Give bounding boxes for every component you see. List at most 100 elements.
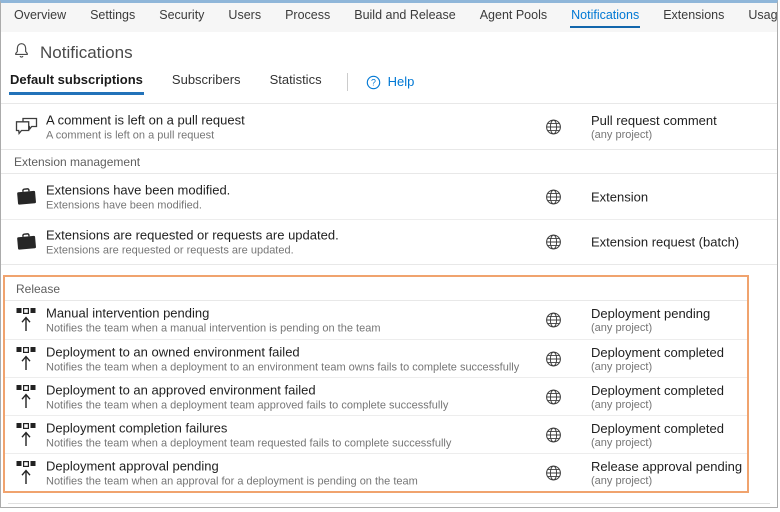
release-icon	[13, 307, 39, 333]
notifications-page: Overview Settings Security Users Process Buil…	[0, 0, 778, 508]
target-scope: (any project)	[591, 360, 653, 373]
section-release: Release Manual intervention pending Notifi…	[3, 275, 749, 493]
target-scope: (any project)	[591, 436, 653, 449]
comment-icon	[13, 117, 39, 137]
briefcase-icon	[13, 187, 39, 206]
subscription-target: Deployment completed (any project)	[591, 345, 724, 373]
section-title: Release	[5, 277, 747, 301]
top-navigation: Overview Settings Security Users Process Buil…	[1, 3, 777, 32]
release-icon	[13, 460, 39, 486]
globe-icon	[545, 426, 562, 443]
subscription-text: Extensions are requested or requests are…	[46, 228, 339, 257]
subscription-description: Notifies the team when a deployment team…	[46, 399, 449, 411]
globe-icon	[545, 388, 562, 405]
target-scope: (any project)	[591, 474, 653, 487]
subscription-title: Deployment approval pending	[46, 458, 219, 473]
subscription-row[interactable]: Deployment approval pending Notifies the …	[5, 453, 747, 491]
tab-extensions[interactable]: Extensions	[662, 7, 725, 28]
globe-icon	[545, 312, 562, 329]
subtab-subscribers[interactable]: Subscribers	[171, 68, 242, 95]
subscription-text: Deployment to an owned environment faile…	[46, 344, 519, 373]
subscription-description: Extensions are requested or requests are…	[46, 244, 294, 257]
tab-agent-pools[interactable]: Agent Pools	[479, 7, 548, 28]
subscription-target: Pull request comment (any project)	[591, 113, 717, 141]
subtab-bar: Default subscriptions Subscribers Statisti…	[1, 68, 777, 95]
subscription-title: Manual intervention pending	[46, 305, 210, 321]
subscription-title: Deployment to an approved environment fa…	[46, 382, 316, 397]
subtab-statistics[interactable]: Statistics	[269, 68, 323, 95]
subscription-text: Extensions have been modified. Extensions…	[46, 182, 230, 211]
subscription-row[interactable]: A comment is left on a pull request A com…	[1, 104, 777, 149]
subscription-title: A comment is left on a pull request	[46, 112, 245, 127]
briefcase-icon	[13, 233, 39, 252]
target-name: Deployment pending	[591, 306, 711, 321]
page-header: Notifications	[1, 32, 777, 68]
target-name: Deployment completed	[591, 420, 724, 436]
subscription-description: Extensions have been modified.	[46, 199, 202, 211]
globe-icon	[545, 234, 562, 251]
subtab-default-subscriptions[interactable]: Default subscriptions	[9, 68, 144, 95]
subscription-target: Deployment pending (any project)	[591, 306, 710, 334]
page-title: Notifications	[40, 43, 133, 62]
tab-settings[interactable]: Settings	[89, 7, 136, 28]
subscription-row[interactable]: Manual intervention pending Notifies the …	[5, 301, 747, 339]
tab-build-and-release[interactable]: Build and Release	[353, 7, 456, 28]
subscription-text: Manual intervention pending Notifies the …	[46, 306, 380, 335]
subscription-text: A comment is left on a pull request A com…	[46, 112, 245, 141]
help-label: Help	[387, 74, 415, 89]
subscription-list: A comment is left on a pull request A com…	[1, 103, 777, 493]
subscription-row[interactable]: Extensions are requested or requests are…	[1, 219, 777, 264]
subscription-description: Notifies the team when an approval for a…	[46, 475, 418, 487]
target-name: Pull request comment	[591, 112, 717, 128]
subscription-description: Notifies the team when a deployment team…	[46, 437, 452, 449]
subscription-target: Deployment completed (any project)	[591, 383, 724, 411]
help-icon: ?	[366, 75, 381, 90]
subscription-row[interactable]: Extensions have been modified. Extensions…	[1, 174, 777, 219]
subscription-target: Release approval pending (any project)	[591, 459, 742, 487]
tab-notifications[interactable]: Notifications	[570, 7, 641, 28]
target-scope: (any project)	[591, 398, 653, 411]
globe-icon	[545, 464, 562, 481]
help-button[interactable]: ? Help	[366, 73, 415, 90]
svg-text:?: ?	[371, 77, 376, 87]
subscription-row[interactable]: Deployment to an owned environment faile…	[5, 339, 747, 377]
target-name: Deployment completed	[591, 382, 724, 398]
target-scope: (any project)	[591, 128, 653, 141]
divider	[346, 72, 348, 91]
release-icon	[13, 384, 39, 410]
subscription-text: Deployment approval pending Notifies the …	[46, 458, 418, 487]
release-icon	[13, 346, 39, 372]
subscription-title: Deployment to an owned environment faile…	[46, 344, 300, 359]
subscription-target: Deployment completed (any project)	[591, 421, 724, 449]
subscription-row[interactable]: Deployment completion failures Notifies t…	[5, 415, 747, 453]
target-scope: (any project)	[591, 322, 653, 334]
globe-icon	[545, 118, 562, 135]
subscription-target: Extension	[591, 189, 648, 204]
subscription-description: Notifies the team when a deployment to a…	[46, 361, 520, 373]
subscription-title: Extensions have been modified.	[46, 182, 231, 197]
section-title: Extension management	[1, 150, 777, 174]
subtab-items: Default subscriptions Subscribers Statisti…	[9, 68, 323, 95]
subscription-description: Notifies the team when a manual interven…	[46, 322, 381, 335]
section-general: A comment is left on a pull request A com…	[1, 103, 777, 149]
tab-usage[interactable]: Usage	[747, 7, 777, 28]
target-name: Deployment completed	[591, 344, 724, 360]
globe-icon	[545, 350, 562, 367]
next-section-divider	[8, 503, 770, 504]
tab-process[interactable]: Process	[284, 7, 331, 28]
bell-icon	[13, 42, 30, 64]
target-name: Extension request (batch)	[591, 234, 740, 250]
tab-security[interactable]: Security	[158, 7, 205, 28]
target-name: Extension	[591, 189, 649, 204]
subscription-title: Extensions are requested or requests are…	[46, 227, 339, 243]
subscription-description: A comment is left on a pull request	[46, 129, 215, 141]
subscription-text: Deployment completion failures Notifies t…	[46, 420, 451, 449]
tab-overview[interactable]: Overview	[13, 7, 67, 28]
section-extension-management: Extension management Extensions have been…	[1, 149, 777, 265]
target-name: Release approval pending	[591, 458, 743, 474]
release-icon	[13, 422, 39, 448]
globe-icon	[545, 188, 562, 205]
subscription-row[interactable]: Deployment to an approved environment fa…	[5, 377, 747, 415]
tab-users[interactable]: Users	[227, 7, 262, 28]
subscription-title: Deployment completion failures	[46, 420, 228, 435]
